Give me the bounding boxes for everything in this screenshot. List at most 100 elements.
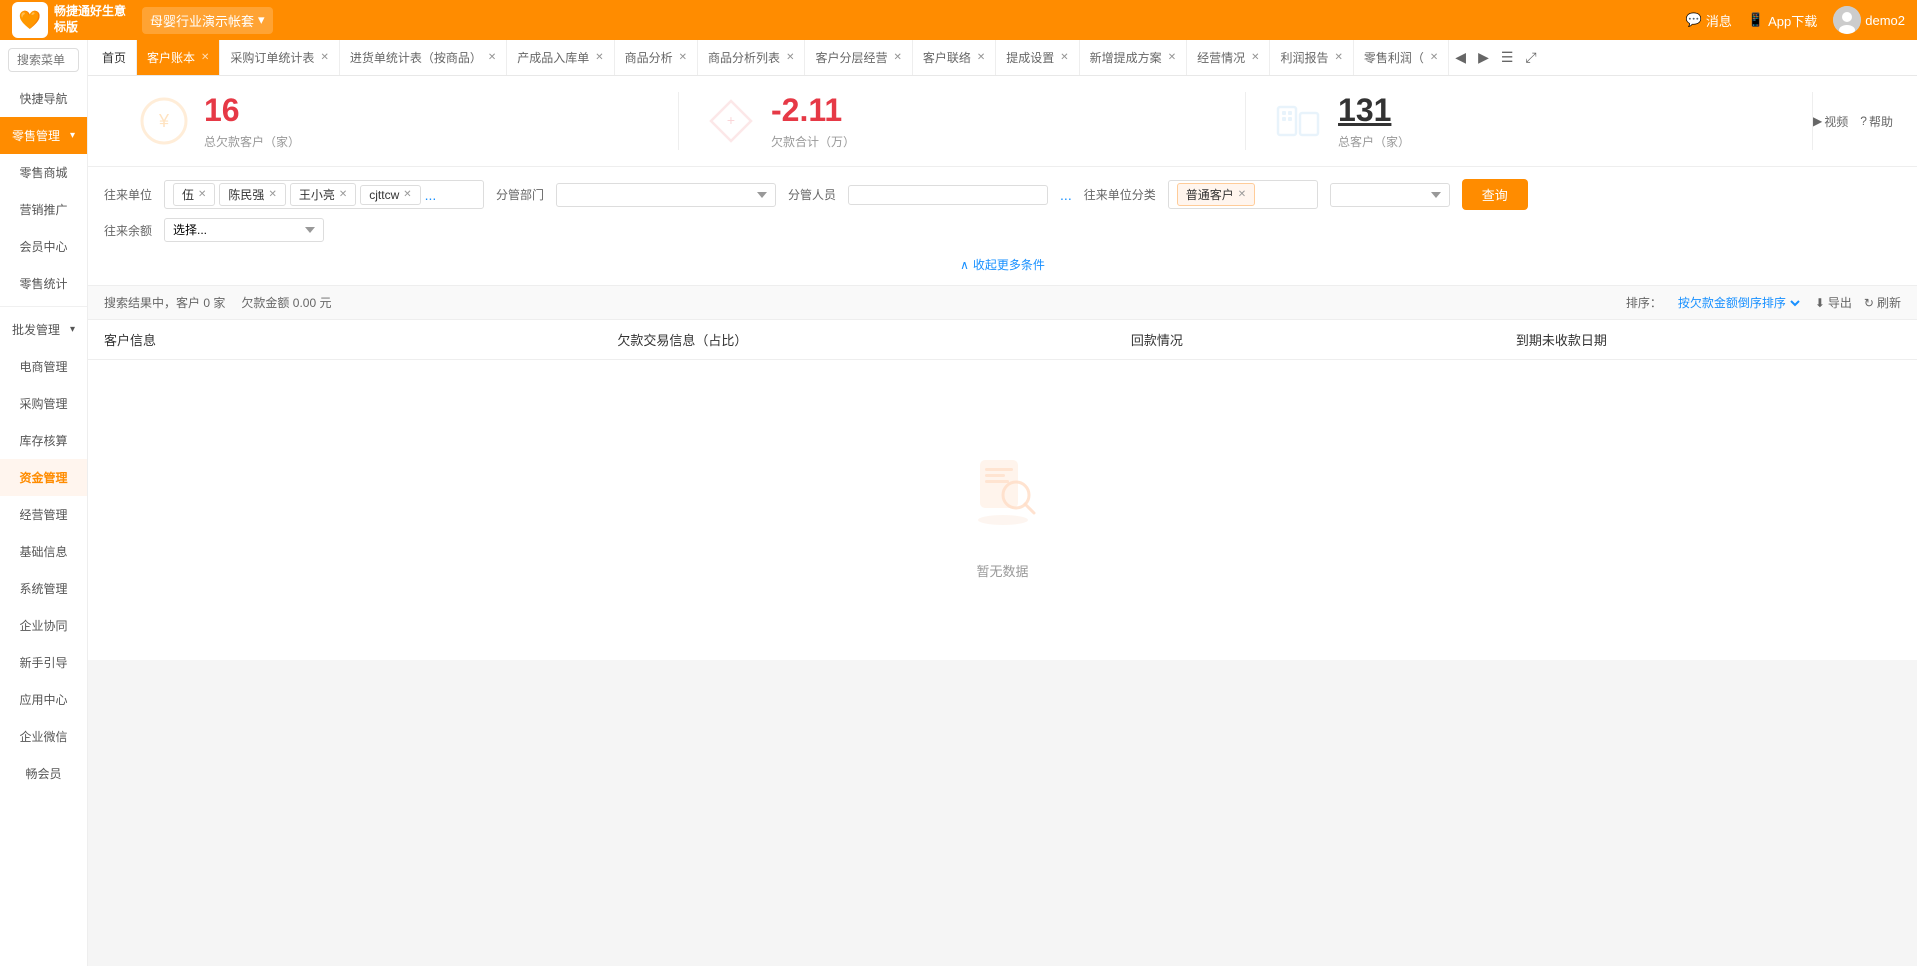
tag-close-icon[interactable]: ✕ bbox=[1238, 189, 1246, 200]
sidebar-item-retail-management[interactable]: 零售管理 ▾ bbox=[0, 117, 87, 154]
person-filter-label: 分管人员 bbox=[788, 186, 836, 203]
svg-text:+: + bbox=[727, 112, 735, 128]
sidebar-item-enterprise-wechat[interactable]: 企业微信 bbox=[0, 718, 87, 755]
sidebar-item-retail-stats[interactable]: 零售统计 bbox=[0, 265, 87, 302]
tab-close-icon[interactable]: ✕ bbox=[1251, 52, 1259, 63]
tab-raise-settings[interactable]: 提成设置 ✕ bbox=[996, 40, 1079, 75]
tag-close-icon[interactable]: ✕ bbox=[198, 189, 206, 200]
query-button[interactable]: 查询 bbox=[1462, 179, 1528, 210]
tab-customer-segment[interactable]: 客户分层经营 ✕ bbox=[805, 40, 912, 75]
tab-close-icon[interactable]: ✕ bbox=[1060, 52, 1068, 63]
tab-close-icon[interactable]: ✕ bbox=[488, 52, 496, 63]
search-result-left: 搜索结果中，客户 0 家 欠款金额 0.00 元 bbox=[104, 294, 331, 311]
col-credit-info: 欠款交易信息（占比） bbox=[617, 330, 1130, 349]
category-select-wrapper bbox=[1330, 183, 1450, 207]
sidebar-item-system[interactable]: 系统管理 bbox=[0, 570, 87, 607]
sidebar-item-basic-info[interactable]: 基础信息 bbox=[0, 533, 87, 570]
tab-close-icon[interactable]: ✕ bbox=[320, 52, 328, 63]
sort-select[interactable]: 按欠款金额倒序排序 bbox=[1674, 295, 1803, 311]
tab-retail-profit[interactable]: 零售利润（ ✕ bbox=[1354, 40, 1449, 75]
tab-product-analysis[interactable]: 商品分析 ✕ bbox=[615, 40, 698, 75]
sidebar-item-ecommerce[interactable]: 电商管理 bbox=[0, 348, 87, 385]
sidebar-item-inventory[interactable]: 库存核算 bbox=[0, 422, 87, 459]
tab-customer-contact[interactable]: 客户联络 ✕ bbox=[913, 40, 996, 75]
sidebar-item-label: 会员中心 bbox=[19, 238, 67, 255]
tab-close-icon[interactable]: ✕ bbox=[1335, 52, 1343, 63]
more-tags-button[interactable]: ... bbox=[425, 187, 437, 203]
tag-close-icon[interactable]: ✕ bbox=[339, 189, 347, 200]
tab-close-icon[interactable]: ✕ bbox=[201, 52, 209, 63]
table-body: 暂无数据 bbox=[88, 360, 1917, 660]
unit-tag-3[interactable]: cjttcw ✕ bbox=[360, 185, 420, 205]
tab-close-icon[interactable]: ✕ bbox=[786, 52, 794, 63]
sidebar-item-retail-mall[interactable]: 零售商城 bbox=[0, 154, 87, 191]
sidebar-item-finance[interactable]: 资金管理 bbox=[0, 459, 87, 496]
unit-tag-1[interactable]: 陈民强 ✕ bbox=[219, 183, 285, 206]
chevron-up-icon: ∧ bbox=[960, 258, 969, 272]
tab-prev-button[interactable]: ◀ bbox=[1449, 49, 1472, 66]
tab-close-icon[interactable]: ✕ bbox=[1430, 52, 1438, 63]
unit-category-input[interactable]: 普通客户 ✕ bbox=[1168, 180, 1318, 209]
tab-new-raise-plan[interactable]: 新增提成方案 ✕ bbox=[1080, 40, 1187, 75]
search-input[interactable] bbox=[8, 48, 79, 72]
balance-select[interactable]: 选择... bbox=[164, 218, 324, 242]
sidebar-item-operation[interactable]: 经营管理 bbox=[0, 496, 87, 533]
tab-close-icon[interactable]: ✕ bbox=[595, 52, 603, 63]
tab-close-icon[interactable]: ✕ bbox=[1168, 52, 1176, 63]
sidebar-item-marketing[interactable]: 营销推广 bbox=[0, 191, 87, 228]
department-filter-label: 分管部门 bbox=[496, 186, 544, 203]
tab-close-icon[interactable]: ✕ bbox=[679, 52, 687, 63]
help-button[interactable]: ? 帮助 bbox=[1860, 113, 1893, 130]
collapse-button[interactable]: ∧ 收起更多条件 bbox=[104, 250, 1901, 273]
department-select[interactable] bbox=[556, 183, 776, 207]
tab-next-button[interactable]: ▶ bbox=[1472, 49, 1495, 66]
unit-filter-input[interactable]: 伍 ✕ 陈民强 ✕ 王小亮 ✕ bbox=[164, 180, 484, 209]
tab-close-icon[interactable]: ✕ bbox=[893, 52, 901, 63]
tab-home[interactable]: 首页 bbox=[92, 40, 137, 75]
category-select[interactable] bbox=[1330, 183, 1450, 207]
sidebar-item-new-guide[interactable]: 新手引导 bbox=[0, 644, 87, 681]
sidebar-item-wholesale[interactable]: 批发管理 ▾ bbox=[0, 311, 87, 348]
sort-label: 排序： bbox=[1626, 294, 1662, 311]
export-button[interactable]: ⬇ 导出 bbox=[1815, 294, 1852, 311]
search-result-bar: 搜索结果中，客户 0 家 欠款金额 0.00 元 排序： 按 bbox=[88, 286, 1917, 320]
refresh-button[interactable]: ↻ 刷新 bbox=[1864, 294, 1901, 311]
store-selector[interactable]: 母婴行业演示帐套 ▾ bbox=[142, 7, 273, 34]
tab-purchase-stats-by-product[interactable]: 进货单统计表（按商品） ✕ bbox=[340, 40, 507, 75]
person-filter-input[interactable] bbox=[848, 185, 1048, 205]
message-button[interactable]: 💬 消息 bbox=[1686, 11, 1732, 30]
tag-close-icon[interactable]: ✕ bbox=[403, 189, 411, 200]
stat-credit-customers-content: 16 总欠款客户（家） bbox=[204, 92, 300, 150]
tab-purchase-order-stats[interactable]: 采购订单统计表 ✕ bbox=[220, 40, 339, 75]
sidebar-item-quick-nav[interactable]: 快捷导航 bbox=[0, 80, 87, 117]
empty-icon bbox=[958, 440, 1048, 549]
sidebar-item-app-center[interactable]: 应用中心 bbox=[0, 681, 87, 718]
person-more-button[interactable]: ... bbox=[1060, 187, 1072, 203]
app-download-button[interactable]: 📱 App下载 bbox=[1748, 11, 1817, 30]
tab-profit-report[interactable]: 利润报告 ✕ bbox=[1270, 40, 1353, 75]
tab-expand-button[interactable]: ⤢ bbox=[1519, 49, 1542, 66]
export-icon: ⬇ bbox=[1815, 296, 1825, 310]
sidebar-item-member-center[interactable]: 会员中心 bbox=[0, 228, 87, 265]
table-header: 客户信息 欠款交易信息（占比） 回款情况 到期未收款日期 bbox=[88, 320, 1917, 360]
sidebar-item-enterprise-collab[interactable]: 企业协同 bbox=[0, 607, 87, 644]
sidebar-item-label: 零售商城 bbox=[19, 164, 67, 181]
category-tag[interactable]: 普通客户 ✕ bbox=[1177, 183, 1255, 206]
top-bar-right: 💬 消息 📱 App下载 demo2 bbox=[1686, 6, 1905, 34]
sidebar-item-label: 系统管理 bbox=[19, 580, 67, 597]
unit-tag-2[interactable]: 王小亮 ✕ bbox=[290, 183, 356, 206]
sidebar-item-member-vip[interactable]: 畅会员 bbox=[0, 755, 87, 792]
tab-product-inventory[interactable]: 产成品入库单 ✕ bbox=[507, 40, 614, 75]
tab-operation-status[interactable]: 经营情况 ✕ bbox=[1187, 40, 1270, 75]
unit-tag-0[interactable]: 伍 ✕ bbox=[173, 183, 215, 206]
tab-close-icon[interactable]: ✕ bbox=[977, 52, 985, 63]
tab-menu-button[interactable]: ☰ bbox=[1495, 49, 1520, 66]
user-menu[interactable]: demo2 bbox=[1833, 6, 1905, 34]
video-button[interactable]: ▶ 视频 bbox=[1813, 113, 1848, 130]
tag-close-icon[interactable]: ✕ bbox=[268, 189, 276, 200]
sidebar-item-purchase[interactable]: 采购管理 bbox=[0, 385, 87, 422]
tab-product-analysis-list[interactable]: 商品分析列表 ✕ bbox=[698, 40, 805, 75]
person-input-field[interactable] bbox=[857, 188, 1012, 202]
sidebar-item-label: 库存核算 bbox=[19, 432, 67, 449]
tab-customer-book[interactable]: 客户账本 ✕ bbox=[137, 40, 220, 75]
